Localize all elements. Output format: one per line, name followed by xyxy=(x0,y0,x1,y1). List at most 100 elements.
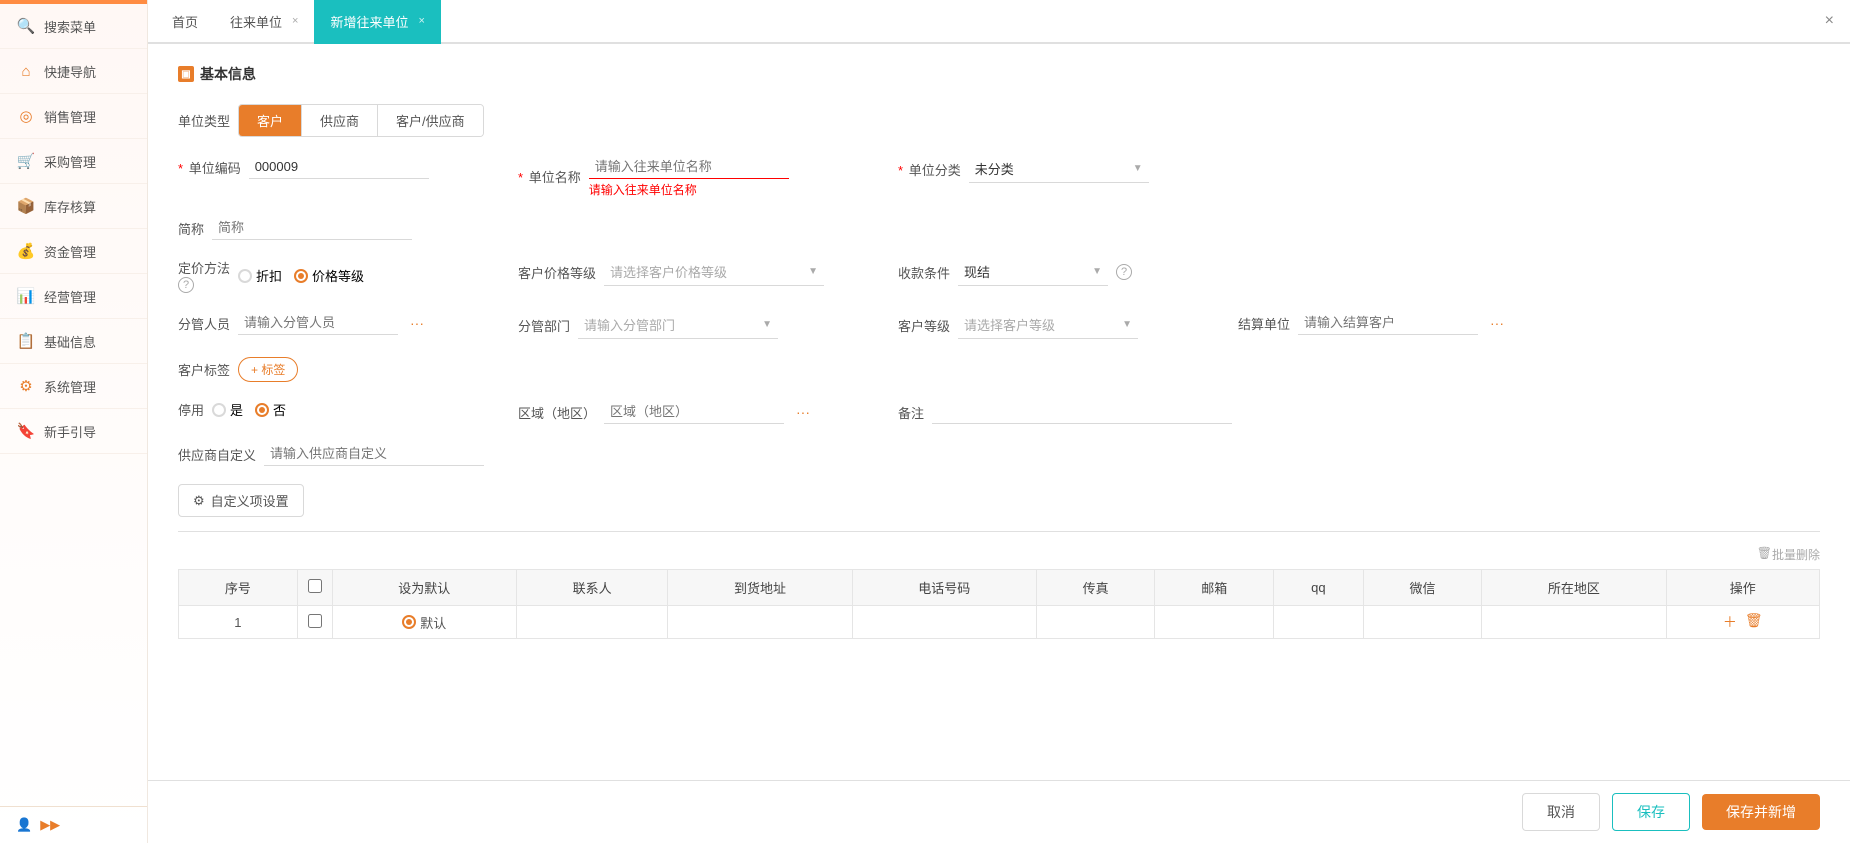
manager-row: 分管人员 ··· 分管部门 请输入分管部门 ▼ 客户等级 请选择客户等级 xyxy=(178,311,1820,339)
save-new-button[interactable]: 保存并新增 xyxy=(1702,794,1820,830)
sidebar-item-quick-nav[interactable]: ⌂ 快捷导航 xyxy=(0,49,147,94)
settle-unit-ellipsis[interactable]: ··· xyxy=(1486,315,1508,331)
unit-code-input[interactable] xyxy=(249,155,429,179)
dept-arrow: ▼ xyxy=(762,319,772,330)
abbr-input[interactable] xyxy=(212,216,412,240)
cell-qq xyxy=(1274,606,1364,639)
remark-input[interactable] xyxy=(932,400,1232,424)
search-icon: 🔍 xyxy=(16,16,36,36)
section-title-text: 基本信息 xyxy=(200,64,256,84)
settle-unit-group: 结算单位 ··· xyxy=(1238,311,1820,335)
sidebar-item-label: 采购管理 xyxy=(44,152,96,171)
col-action: 操作 xyxy=(1666,570,1819,606)
manager-input[interactable] xyxy=(238,311,398,335)
batch-delete-area: 🗑 批量删除 xyxy=(178,546,1820,563)
price-level-radio-circle xyxy=(294,269,308,283)
customer-price-level-select[interactable]: 请选择客户价格等级 ▼ xyxy=(604,258,824,286)
sidebar-item-operations[interactable]: 📊 经营管理 xyxy=(0,274,147,319)
contacts-table-section: 🗑 批量删除 序号 设为默认 联系人 到货地址 电话号码 传真 xyxy=(178,531,1820,639)
pricing-method-group: 定价方法 ? 折扣 价格等级 xyxy=(178,258,518,293)
customer-level-select[interactable]: 请选择客户等级 ▼ xyxy=(958,311,1138,339)
disabled-radio-no[interactable]: 否 xyxy=(255,400,286,419)
abbr-group: 简称 xyxy=(178,216,518,240)
window-close-button[interactable]: × xyxy=(1817,12,1842,30)
region-input[interactable] xyxy=(604,400,784,424)
gear-icon: ⚙ xyxy=(193,493,205,509)
sidebar-item-label: 快捷导航 xyxy=(44,62,96,81)
type-btn-customer[interactable]: 客户 xyxy=(239,105,302,136)
department-label: 分管部门 xyxy=(518,316,570,335)
disabled-row: 停用 是 否 区域（地区） ··· xyxy=(178,400,1820,424)
customer-level-label: 客户等级 xyxy=(898,316,950,335)
customer-level-group: 客户等级 请选择客户等级 ▼ xyxy=(898,311,1238,339)
pricing-help-icon[interactable]: ? xyxy=(178,277,194,293)
sidebar-item-system[interactable]: ⚙ 系统管理 xyxy=(0,364,147,409)
add-row-icon[interactable]: ＋ xyxy=(1723,612,1737,632)
sidebar-item-basic[interactable]: 📋 基础信息 xyxy=(0,319,147,364)
sidebar-bottom[interactable]: 👤 ▶▶ xyxy=(0,806,147,843)
select-all-checkbox[interactable] xyxy=(308,579,322,593)
sidebar-item-purchase[interactable]: 🛒 采购管理 xyxy=(0,139,147,184)
cell-default: 默认 xyxy=(332,606,516,639)
tabbar: 首页 往来单位 × 新增往来单位 × × xyxy=(148,0,1850,44)
pricing-radio-price-level[interactable]: 价格等级 xyxy=(294,266,364,285)
table-row: 1 默认 xyxy=(179,606,1820,639)
default-radio[interactable]: 默认 xyxy=(343,613,506,632)
custom-settings-label: 自定义项设置 xyxy=(211,491,289,510)
settle-unit-input[interactable] xyxy=(1298,311,1478,335)
cell-action: ＋ 🗑 xyxy=(1666,606,1819,639)
sidebar-item-label: 系统管理 xyxy=(44,377,96,396)
tab-partners-label: 往来单位 xyxy=(230,12,282,31)
unit-class-label: * 单位分类 xyxy=(898,160,961,179)
sidebar-item-search[interactable]: 🔍 搜索菜单 xyxy=(0,4,147,49)
department-select[interactable]: 请输入分管部门 ▼ xyxy=(578,311,778,339)
unit-name-field-wrap: 请输入往来单位名称 xyxy=(589,155,789,198)
tab-partners-close[interactable]: × xyxy=(292,15,298,27)
row-checkbox[interactable] xyxy=(308,614,322,628)
tab-partners[interactable]: 往来单位 × xyxy=(214,0,314,44)
sidebar-item-sales[interactable]: ◎ 销售管理 xyxy=(0,94,147,139)
section-icon: ▣ xyxy=(178,66,194,82)
manager-ellipsis[interactable]: ··· xyxy=(406,315,428,331)
supplier-custom-group: 供应商自定义 xyxy=(178,442,578,466)
payment-terms-group: 收款条件 现结 ▼ ? xyxy=(898,258,1238,286)
col-default: 设为默认 xyxy=(332,570,516,606)
col-contact: 联系人 xyxy=(516,570,667,606)
type-btn-supplier[interactable]: 供应商 xyxy=(302,105,378,136)
discount-radio-circle xyxy=(238,269,252,283)
supplier-custom-input[interactable] xyxy=(264,442,484,466)
type-btn-both[interactable]: 客户/供应商 xyxy=(378,105,483,136)
disabled-group: 停用 是 否 xyxy=(178,400,518,419)
unit-name-group: * 单位名称 请输入往来单位名称 xyxy=(518,155,898,198)
yes-radio-circle xyxy=(212,403,226,417)
sidebar-item-guide[interactable]: 🔖 新手引导 xyxy=(0,409,147,454)
unit-class-select[interactable]: 未分类 ▼ xyxy=(969,155,1149,183)
payment-terms-label: 收款条件 xyxy=(898,263,950,282)
delete-row-icon[interactable]: 🗑 xyxy=(1745,612,1763,632)
payment-help-icon[interactable]: ? xyxy=(1116,264,1132,280)
tab-home[interactable]: 首页 xyxy=(156,0,214,44)
cell-email xyxy=(1155,606,1274,639)
payment-terms-select[interactable]: 现结 ▼ xyxy=(958,258,1108,286)
region-ellipsis[interactable]: ··· xyxy=(792,404,814,420)
sidebar-item-finance[interactable]: 💰 资金管理 xyxy=(0,229,147,274)
disabled-radio-yes[interactable]: 是 xyxy=(212,400,243,419)
pricing-row: 定价方法 ? 折扣 价格等级 客户价格等级 xyxy=(178,258,1820,293)
remark-group: 备注 xyxy=(898,400,1820,424)
pricing-radio-discount[interactable]: 折扣 xyxy=(238,266,282,285)
finance-icon: 💰 xyxy=(16,241,36,261)
tab-new-partner-close[interactable]: × xyxy=(418,15,424,27)
tab-new-partner[interactable]: 新增往来单位 × xyxy=(314,0,440,44)
sidebar-item-inventory[interactable]: 📦 库存核算 xyxy=(0,184,147,229)
cell-phone xyxy=(852,606,1036,639)
sidebar-item-label: 新手引导 xyxy=(44,422,96,441)
customer-level-arrow: ▼ xyxy=(1122,319,1132,330)
cancel-button[interactable]: 取消 xyxy=(1522,793,1600,831)
custom-settings-button[interactable]: ⚙ 自定义项设置 xyxy=(178,484,304,517)
add-tag-button[interactable]: + 标签 xyxy=(238,357,298,382)
unit-name-input[interactable] xyxy=(589,155,789,179)
sales-icon: ◎ xyxy=(16,106,36,126)
form-content: ▣ 基本信息 单位类型 客户 供应商 客户/供应商 * 单位编码 xyxy=(148,44,1850,780)
col-wechat: 微信 xyxy=(1363,570,1482,606)
save-button[interactable]: 保存 xyxy=(1612,793,1690,831)
